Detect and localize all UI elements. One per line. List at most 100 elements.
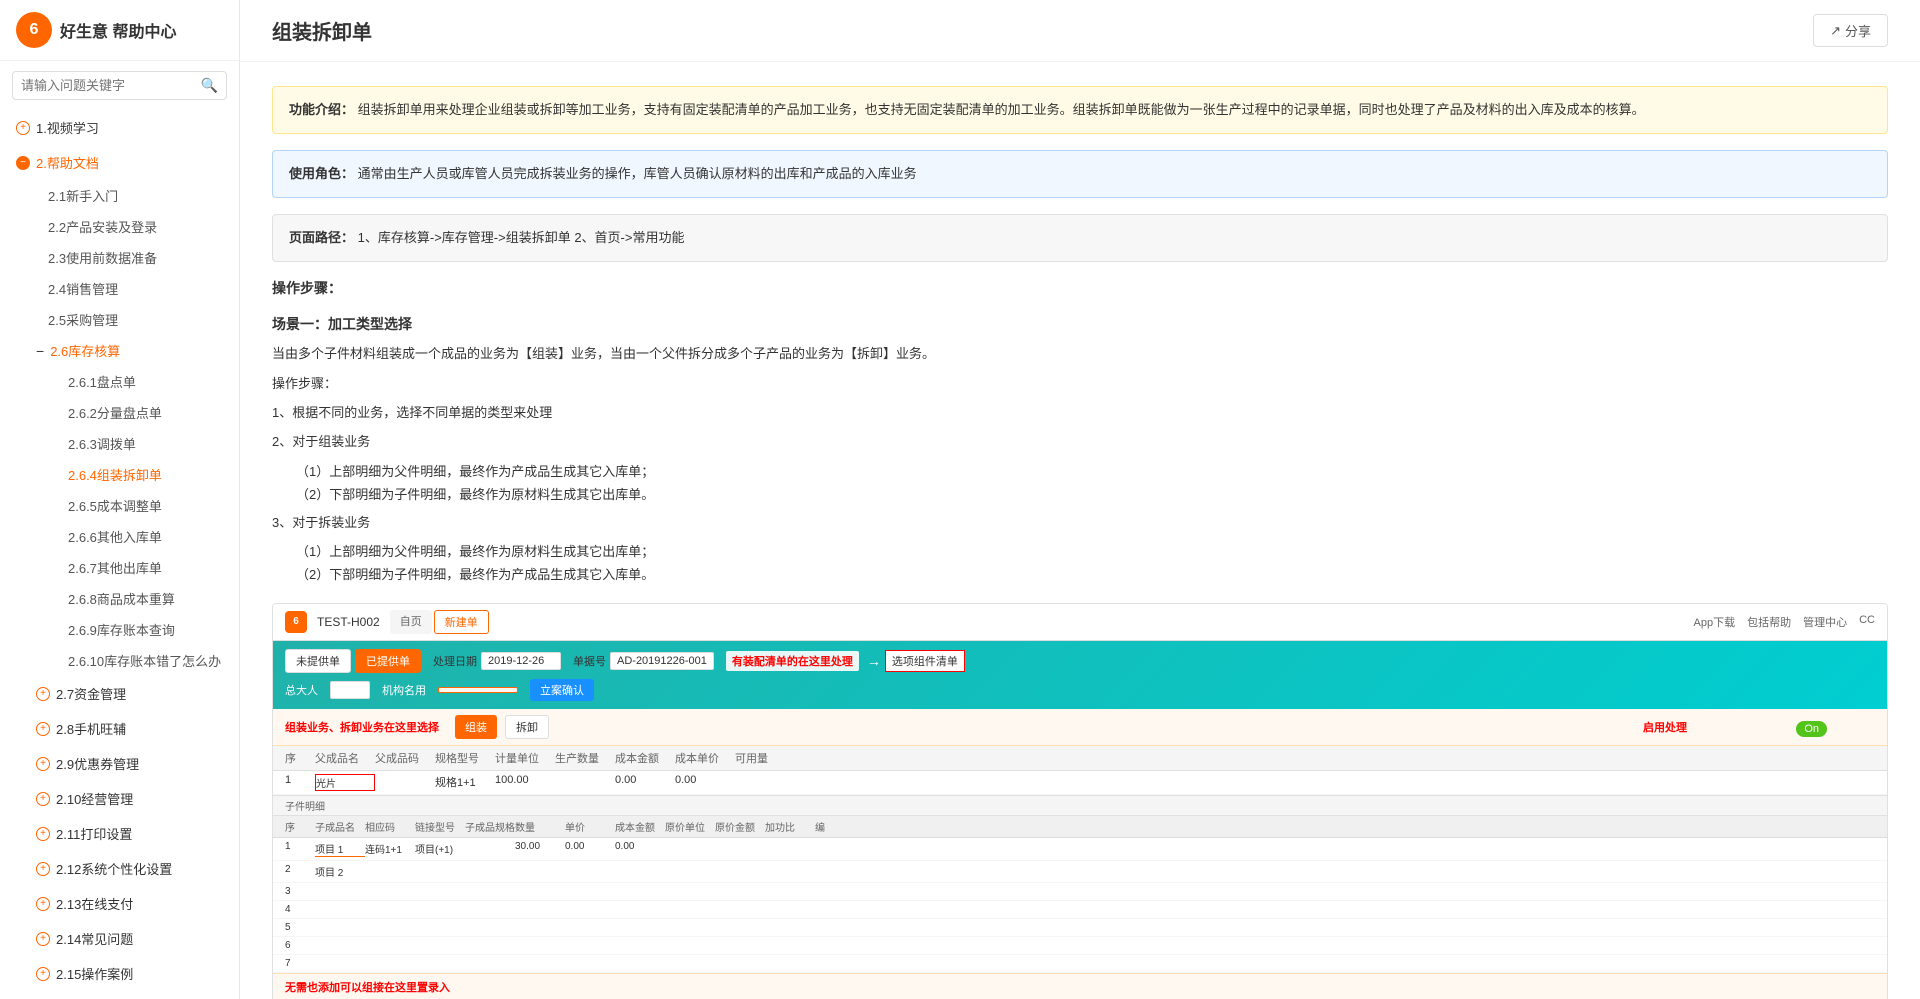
step3-list: （1）上部明细为父件明细，最终作为原材料生成其它出库单； （2）下部明细为子件明… (272, 540, 1888, 587)
step2: 2、对于组装业务 (272, 430, 1888, 453)
annotation-area: 有装配清单的在这里处理 → 选项组件清单 (726, 650, 965, 672)
step3-item2: （2）下部明细为子件明细，最终作为产成品生成其它入库单。 (296, 563, 1888, 586)
app-order-field: 单据号 AD-20191226-001 (573, 652, 714, 670)
sidebar-item-stock-1[interactable]: 2.6.1盘点单 (56, 366, 239, 397)
sidebar-item-stock-5[interactable]: 2.6.5成本调整单 (56, 490, 239, 521)
lower-table-row-3: 3 (273, 883, 1887, 901)
sidebar-item-newbie[interactable]: 2.1新手入门 (36, 180, 239, 211)
sidebar-item-prepare[interactable]: 2.3使用前数据准备 (36, 242, 239, 273)
app-titlebar-left: 6 TEST-H002 自页 新建单 (285, 610, 489, 634)
sub-item-1-name: 项目 1 (315, 841, 365, 857)
search-box[interactable]: 🔍 (12, 71, 227, 100)
page-title: 组装拆卸单 (272, 16, 372, 45)
lower-table-row-6: 6 (273, 937, 1887, 955)
sidebar-item-pay[interactable]: + 2.13在线支付 (36, 886, 239, 921)
stock-sub-nav: 2.6.1盘点单 2.6.2分量盘点单 2.6.3调拨单 2.6.4组装拆卸单 … (36, 366, 239, 676)
step1: 1、根据不同的业务，选择不同单据的类型来处理 (272, 401, 1888, 424)
plus-icon-capital: + (36, 687, 50, 701)
sidebar-item-stock-3[interactable]: 2.6.3调拨单 (56, 428, 239, 459)
app-date-value: 2019-12-26 (481, 652, 561, 670)
qty-label: 总大人 (285, 682, 318, 698)
app-orange-logo: 6 (285, 611, 307, 633)
path-label: 页面路径： (289, 230, 354, 245)
on-toggle[interactable]: On (1796, 719, 1827, 735)
sidebar-item-ops[interactable]: + 2.10经营管理 (36, 781, 239, 816)
sidebar-item-coupon[interactable]: + 2.9优惠券管理 (36, 746, 239, 781)
sidebar-item-system[interactable]: + 2.12系统个性化设置 (36, 851, 239, 886)
inner-screenshot: 6 TEST-H002 自页 新建单 App下载 包括帮助 管理中心 CC (273, 604, 1887, 999)
step2-item2: （2）下部明细为子件明细，最终作为原材料生成其它出库单。 (296, 483, 1888, 506)
arrow-icon: → (867, 653, 881, 669)
sidebar-item-mobile[interactable]: + 2.8手机旺辅 (36, 711, 239, 746)
sidebar-item-stock-section[interactable]: − 2.6库存核算 (36, 335, 239, 366)
app-form-fields: 未提供单 已提供单 处理日期 2019-12-26 单据号 AD-2019122… (285, 649, 1875, 673)
annotation5-area: 无需也添加可以组接在这里置录入 (273, 973, 1887, 999)
sidebar-item-stock-6[interactable]: 2.6.6其他入库单 (56, 521, 239, 552)
plus-icon-system: + (36, 862, 50, 876)
role-label: 使用角色： (289, 166, 354, 181)
sidebar-item-docs[interactable]: − 2.帮助文档 (0, 145, 239, 180)
annotation1-text: 有装配清单的在这里处理 (726, 651, 859, 671)
sidebar-item-stock-7[interactable]: 2.6.7其他出库单 (56, 552, 239, 583)
sidebar-item-stock-10[interactable]: 2.6.10库存账本错了怎么办 (56, 645, 239, 676)
sidebar-item-stock-8[interactable]: 2.6.8商品成本重算 (56, 583, 239, 614)
app-admin: 管理中心 (1803, 614, 1847, 630)
sidebar-item-capital[interactable]: + 2.7资金管理 (36, 676, 239, 711)
plus-icon-print: + (36, 827, 50, 841)
app-titlebar: 6 TEST-H002 自页 新建单 App下载 包括帮助 管理中心 CC (273, 604, 1887, 641)
main-header: 组装拆卸单 ↗ 分享 (240, 0, 1920, 62)
upper-table-header: 序 父成品名 父成品码 规格型号 计量单位 生产数量 成本金额 成本单价 可用量 (273, 746, 1887, 771)
step3: 3、对于拆装业务 (272, 511, 1888, 534)
step2-list: （1）上部明细为父件明细，最终作为产成品生成其它入库单； （2）下部明细为子件明… (272, 460, 1888, 507)
upper-table-section: 序 父成品名 父成品码 规格型号 计量单位 生产数量 成本金额 成本单价 可用量… (273, 746, 1887, 795)
path-text: 1、库存核算->库存管理->组装拆卸单 2、首页->常用功能 (358, 230, 685, 245)
logo-text: 好生意 帮助中心 (60, 18, 176, 42)
sidebar-item-faq[interactable]: + 2.14常见问题 (36, 921, 239, 956)
app-btn-commit[interactable]: 立案确认 (530, 679, 594, 701)
lower-table-row-2: 2 项目 2 (273, 861, 1887, 883)
sidebar-item-sales[interactable]: 2.4销售管理 (36, 273, 239, 304)
lower-table-header: 序 子成品名 相应码 链接型号 子成品规格 数量 单价 成本金额 原价单位 原价… (273, 816, 1887, 838)
search-input[interactable] (21, 78, 201, 93)
lower-table-row-5: 5 (273, 919, 1887, 937)
plus-icon-mobile: + (36, 722, 50, 736)
app-btn-status2[interactable]: 已提供单 (355, 649, 421, 673)
search-icon: 🔍 (201, 77, 218, 94)
on-label: On (1796, 721, 1827, 737)
annotation4-text: 启用处理 (1643, 719, 1687, 735)
nav-section: + 1.视频学习 − 2.帮助文档 2.1新手入门 2.2产品安装及登录 2.3… (0, 110, 239, 991)
share-button[interactable]: ↗ 分享 (1813, 14, 1888, 47)
plus-icon-coupon: + (36, 757, 50, 771)
path-block: 页面路径： 1、库存核算->库存管理->组装拆卸单 2、首页->常用功能 (272, 214, 1888, 262)
sidebar-item-purchase[interactable]: 2.5采购管理 (36, 304, 239, 335)
plus-icon-cases: + (36, 967, 50, 981)
app-tabs: 自页 新建单 (390, 610, 489, 634)
type-btn-assemble[interactable]: 组装 (455, 715, 497, 739)
sidebar-item-install[interactable]: 2.2产品安装及登录 (36, 211, 239, 242)
steps-heading: 操作步骤： (272, 278, 1888, 298)
sidebar-item-stock-label: 2.6库存核算 (50, 341, 120, 360)
type-btn-disassemble[interactable]: 拆卸 (505, 715, 549, 739)
plus-icon-ops: + (36, 792, 50, 806)
upper-table-row: 1 光片 规格1+1 100.00 0.00 0.00 (273, 771, 1887, 795)
app-field-type: 未提供单 已提供单 (285, 649, 421, 673)
sidebar-item-print[interactable]: + 2.11打印设置 (36, 816, 239, 851)
sidebar-item-videos[interactable]: + 1.视频学习 (0, 110, 239, 145)
qty-value: 1/6 (330, 681, 370, 699)
logo-icon: 6 (16, 12, 52, 48)
app-tab-home[interactable]: 自页 (390, 610, 432, 634)
lower-table-row-4: 4 (273, 901, 1887, 919)
app-help: 包括帮助 (1747, 614, 1791, 630)
role-text: 通常由生产人员或库管人员完成拆装业务的操作，库管人员确认原材料的出库和产成品的入… (358, 166, 917, 181)
sidebar-item-stock-2[interactable]: 2.6.2分量盘点单 (56, 397, 239, 428)
parent-item-name: 光片 (315, 774, 375, 791)
app-type-bar: 组装业务、拆卸业务在这里选择 组装 拆卸 启用处理 On (273, 709, 1887, 746)
sidebar-item-stock-4[interactable]: 2.6.4组装拆卸单 (56, 459, 239, 490)
app-btn-status1[interactable]: 未提供单 (285, 649, 351, 673)
sidebar-item-cases[interactable]: + 2.15操作案例 (36, 956, 239, 991)
app-company-name: TEST-H002 (317, 615, 380, 629)
plus-icon: + (16, 121, 30, 135)
sidebar: 6 好生意 帮助中心 🔍 + 1.视频学习 − 2.帮助文档 2.1新手入门 2… (0, 0, 240, 999)
sidebar-item-stock-9[interactable]: 2.6.9库存账本查询 (56, 614, 239, 645)
app-tab-new[interactable]: 新建单 (434, 610, 489, 634)
